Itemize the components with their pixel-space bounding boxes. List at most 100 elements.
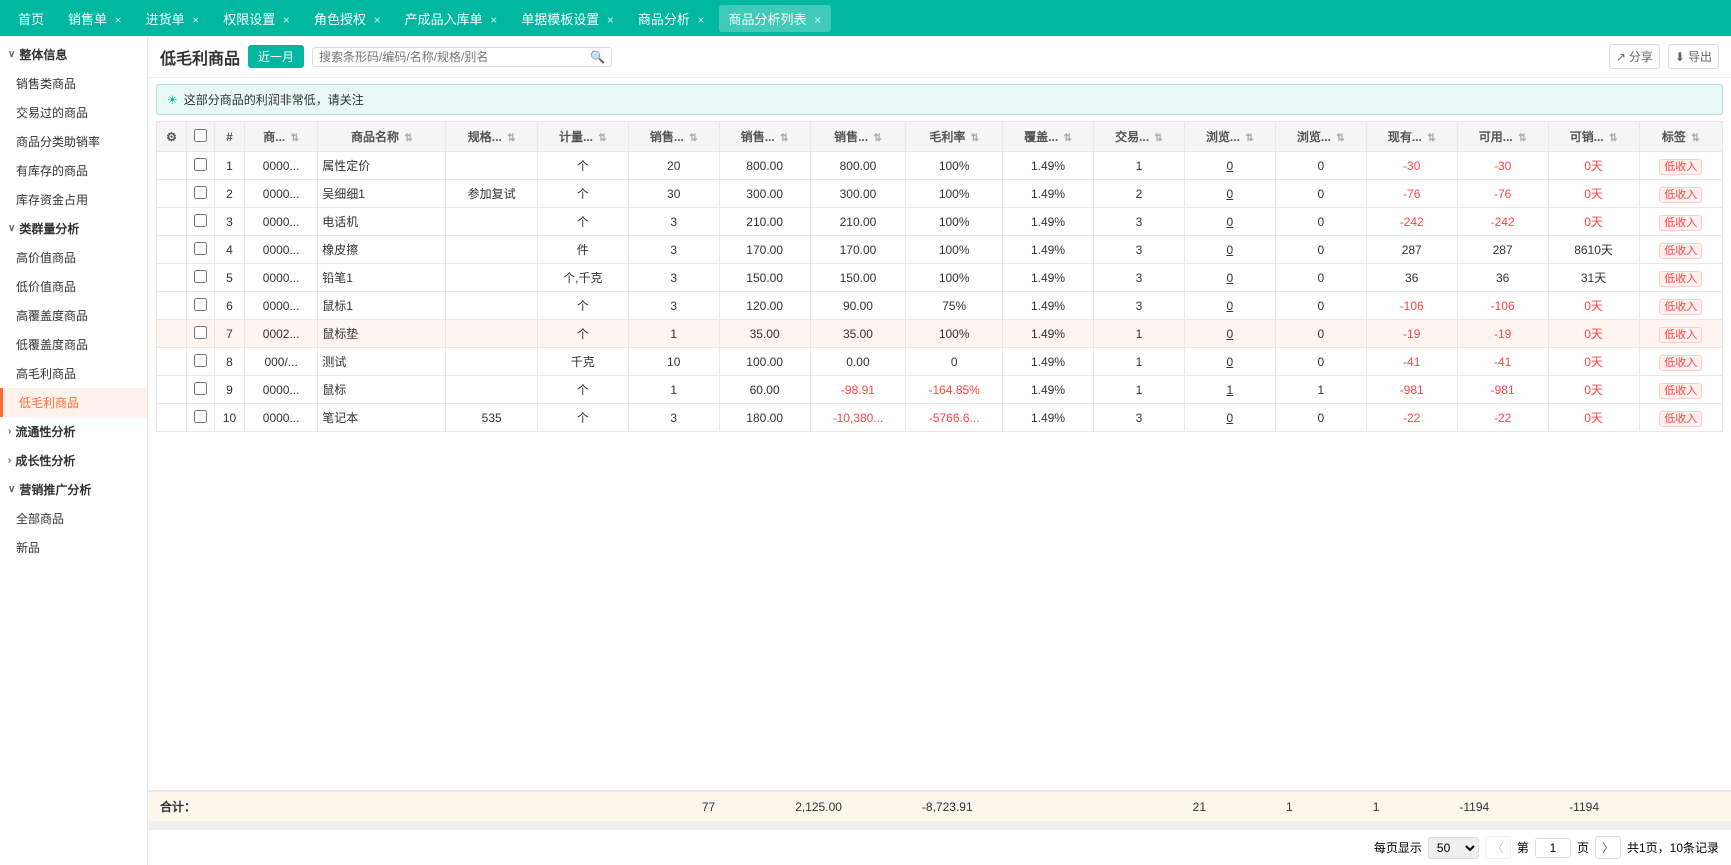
view1-link[interactable]: 0 bbox=[1227, 187, 1234, 201]
col-sales-qty[interactable]: 销售... ⇅ bbox=[628, 122, 719, 152]
per-page-select[interactable]: 50 100 200 bbox=[1428, 837, 1479, 859]
col-available-stock[interactable]: 可用... ⇅ bbox=[1457, 122, 1548, 152]
sidebar-item-low-coverage[interactable]: 低覆盖度商品 bbox=[0, 330, 147, 359]
row-checkbox[interactable] bbox=[194, 242, 207, 255]
table-container[interactable]: ⚙ # 商... ⇅ 商品名称 ⇅ 规格... ⇅ 计量... ⇅ 销售... … bbox=[148, 121, 1731, 790]
view1-link[interactable]: 0 bbox=[1227, 159, 1234, 173]
nav-purchase[interactable]: 进货单 × bbox=[136, 5, 210, 32]
col-sales-price[interactable]: 销售... ⇅ bbox=[719, 122, 810, 152]
cell-checkbox[interactable] bbox=[187, 376, 215, 404]
sidebar-item-stock-goods[interactable]: 有库存的商品 bbox=[0, 156, 147, 185]
cell-checkbox[interactable] bbox=[187, 264, 215, 292]
view1-link[interactable]: 0 bbox=[1227, 327, 1234, 341]
cell-checkbox[interactable] bbox=[187, 404, 215, 432]
cell-view1[interactable]: 0 bbox=[1184, 348, 1275, 376]
row-checkbox[interactable] bbox=[194, 354, 207, 367]
view1-link[interactable]: 1 bbox=[1227, 383, 1234, 397]
row-checkbox[interactable] bbox=[194, 298, 207, 311]
view1-link[interactable]: 0 bbox=[1227, 299, 1234, 313]
prev-page-button[interactable]: 〈 bbox=[1485, 836, 1511, 859]
nav-sales[interactable]: 销售单 × bbox=[58, 5, 132, 32]
col-gross-margin[interactable]: 毛利率 ⇅ bbox=[906, 122, 1003, 152]
sidebar-section-growth[interactable]: › 成长性分析 bbox=[0, 446, 147, 475]
col-code[interactable]: 商... ⇅ bbox=[245, 122, 318, 152]
cell-checkbox[interactable] bbox=[187, 208, 215, 236]
cell-checkbox[interactable] bbox=[187, 180, 215, 208]
close-permissions-icon[interactable]: × bbox=[283, 13, 290, 27]
col-unit[interactable]: 计量... ⇅ bbox=[537, 122, 628, 152]
cell-checkbox[interactable] bbox=[187, 348, 215, 376]
sidebar-item-high-value[interactable]: 高价值商品 bbox=[0, 243, 147, 272]
close-products-icon[interactable]: × bbox=[490, 13, 497, 27]
close-list-icon[interactable]: × bbox=[814, 13, 821, 27]
cell-view1[interactable]: 0 bbox=[1184, 180, 1275, 208]
select-all-checkbox[interactable] bbox=[194, 129, 207, 142]
nav-templates[interactable]: 单据模板设置 × bbox=[511, 5, 624, 32]
cell-view1[interactable]: 0 bbox=[1184, 292, 1275, 320]
cell-view1[interactable]: 0 bbox=[1184, 264, 1275, 292]
close-roles-icon[interactable]: × bbox=[374, 13, 381, 27]
sidebar-section-cluster[interactable]: ∨ 类群量分析 bbox=[0, 214, 147, 243]
cell-view1[interactable]: 0 bbox=[1184, 320, 1275, 348]
nav-goods-analysis-list[interactable]: 商品分析列表 × bbox=[719, 5, 832, 32]
cell-checkbox[interactable] bbox=[187, 152, 215, 180]
row-checkbox[interactable] bbox=[194, 382, 207, 395]
row-checkbox[interactable] bbox=[194, 186, 207, 199]
col-view1[interactable]: 浏览... ⇅ bbox=[1184, 122, 1275, 152]
sidebar-section-marketing[interactable]: ∨ 营销推广分析 bbox=[0, 475, 147, 504]
col-sales-amount[interactable]: 销售... ⇅ bbox=[810, 122, 906, 152]
sidebar-item-high-coverage[interactable]: 高覆盖度商品 bbox=[0, 301, 147, 330]
close-sales-icon[interactable]: × bbox=[115, 13, 122, 27]
col-settings[interactable]: ⚙ bbox=[157, 122, 187, 152]
close-purchase-icon[interactable]: × bbox=[192, 13, 199, 27]
close-templates-icon[interactable]: × bbox=[607, 13, 614, 27]
sidebar-item-stock-capital[interactable]: 库存资金占用 bbox=[0, 185, 147, 214]
nav-permissions[interactable]: 权限设置 × bbox=[213, 5, 300, 32]
sidebar-item-low-value[interactable]: 低价值商品 bbox=[0, 272, 147, 301]
cell-view1[interactable]: 1 bbox=[1184, 376, 1275, 404]
cell-view1[interactable]: 0 bbox=[1184, 236, 1275, 264]
nav-home[interactable]: 首页 bbox=[8, 5, 54, 32]
cell-checkbox[interactable] bbox=[187, 292, 215, 320]
sidebar-item-low-margin[interactable]: 低毛利商品 bbox=[0, 388, 147, 417]
export-button[interactable]: ⬇ 导出 bbox=[1668, 44, 1719, 69]
sidebar-item-new-goods[interactable]: 新品 bbox=[0, 533, 147, 562]
nav-goods-analysis[interactable]: 商品分析 × bbox=[628, 5, 715, 32]
col-coverage[interactable]: 覆盖... ⇅ bbox=[1003, 122, 1094, 152]
col-name[interactable]: 商品名称 ⇅ bbox=[318, 122, 446, 152]
row-checkbox[interactable] bbox=[194, 214, 207, 227]
sidebar-section-flow[interactable]: › 流通性分析 bbox=[0, 417, 147, 446]
view1-link[interactable]: 0 bbox=[1227, 271, 1234, 285]
cell-checkbox[interactable] bbox=[187, 320, 215, 348]
col-saleable-days[interactable]: 可销... ⇅ bbox=[1548, 122, 1639, 152]
close-goods-icon[interactable]: × bbox=[697, 13, 704, 27]
col-view2[interactable]: 浏览... ⇅ bbox=[1275, 122, 1366, 152]
cell-view1[interactable]: 0 bbox=[1184, 404, 1275, 432]
page-number-input[interactable] bbox=[1535, 838, 1571, 858]
nav-products[interactable]: 产成品入库单 × bbox=[395, 5, 508, 32]
col-checkbox-header[interactable] bbox=[187, 122, 215, 152]
row-checkbox[interactable] bbox=[194, 410, 207, 423]
col-trade[interactable]: 交易... ⇅ bbox=[1093, 122, 1184, 152]
view1-link[interactable]: 0 bbox=[1227, 411, 1234, 425]
bottom-scrollbar[interactable] bbox=[148, 821, 1731, 829]
sidebar-item-high-margin[interactable]: 高毛利商品 bbox=[0, 359, 147, 388]
col-tag[interactable]: 标签 ⇅ bbox=[1639, 122, 1722, 152]
next-page-button[interactable]: 〉 bbox=[1595, 836, 1621, 859]
nav-roles[interactable]: 角色授权 × bbox=[304, 5, 391, 32]
col-spec[interactable]: 规格... ⇅ bbox=[446, 122, 537, 152]
sidebar-item-all-goods[interactable]: 全部商品 bbox=[0, 504, 147, 533]
row-checkbox[interactable] bbox=[194, 326, 207, 339]
row-checkbox[interactable] bbox=[194, 270, 207, 283]
sidebar-item-sales-goods[interactable]: 销售类商品 bbox=[0, 69, 147, 98]
search-icon[interactable]: 🔍 bbox=[590, 50, 605, 64]
sidebar-item-traded-goods[interactable]: 交易过的商品 bbox=[0, 98, 147, 127]
cell-view1[interactable]: 0 bbox=[1184, 152, 1275, 180]
view1-link[interactable]: 0 bbox=[1227, 215, 1234, 229]
row-checkbox[interactable] bbox=[194, 158, 207, 171]
search-input[interactable] bbox=[319, 50, 586, 64]
share-button[interactable]: ↗ 分享 bbox=[1609, 44, 1660, 69]
sidebar-item-category-rate[interactable]: 商品分类助销率 bbox=[0, 127, 147, 156]
col-current-stock[interactable]: 现有... ⇅ bbox=[1366, 122, 1457, 152]
time-filter-button[interactable]: 近一月 bbox=[248, 45, 304, 68]
